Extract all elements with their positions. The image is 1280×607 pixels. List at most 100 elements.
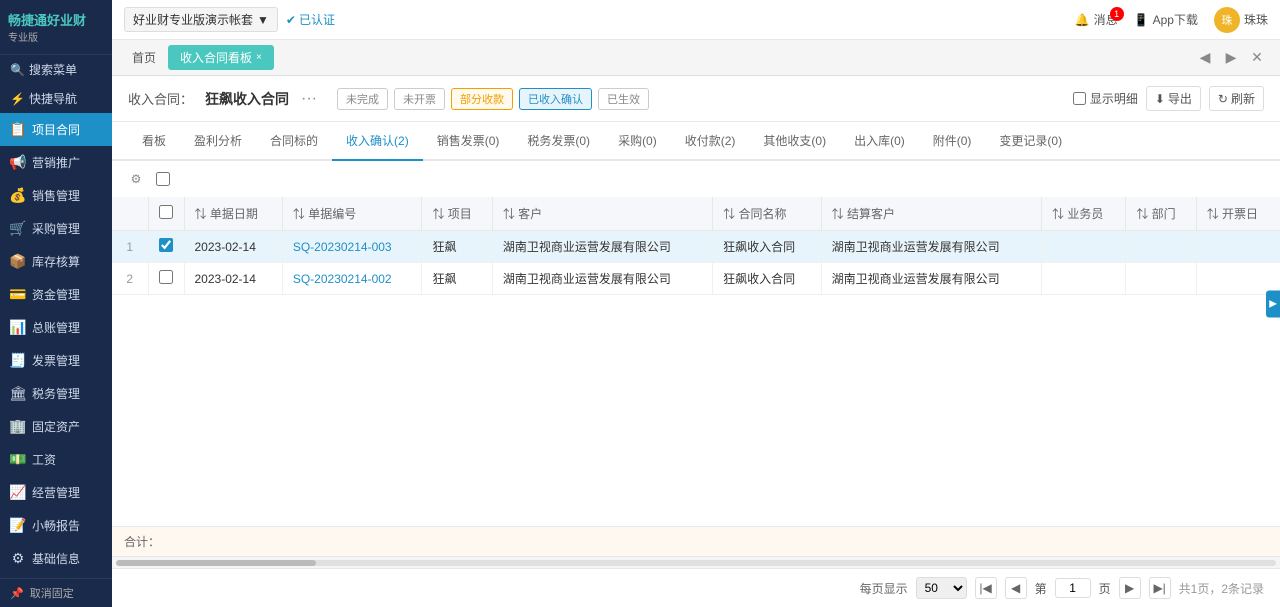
sidebar-search[interactable]: 🔍 搜索菜单 [0, 55, 112, 84]
scrollbar-track[interactable] [116, 560, 1276, 566]
select-all-checkbox[interactable] [156, 172, 170, 186]
contract-header: 收入合同： 狂飙收入合同 ··· 未完成 未开票 部分收款 已收入确认 已生效 … [112, 76, 1280, 122]
export-label: 导出 [1168, 90, 1192, 107]
col-date[interactable]: ⇅ 单据日期 [184, 197, 282, 231]
search-icon: 🔍 [10, 63, 25, 77]
col-num [112, 197, 148, 231]
subtab-subject[interactable]: 合同标的 [256, 122, 332, 161]
last-page-button[interactable]: ▶| [1149, 577, 1171, 599]
pagination: 每页显示 20 50 100 |◀ ◀ 第 页 ▶ ▶| 共1页，2条记录 [112, 568, 1280, 607]
sidebar-item-payroll[interactable]: 💵 工资 [0, 443, 112, 476]
sidebar-item-ledger[interactable]: 📊 总账管理 [0, 311, 112, 344]
col-bill-no[interactable]: ⇅ 单据编号 [282, 197, 422, 231]
subtab-changes[interactable]: 变更记录(0) [985, 122, 1076, 161]
unpin-label: 取消固定 [30, 585, 74, 601]
tab-close-all[interactable]: ✕ [1246, 47, 1268, 69]
right-edge-action[interactable]: ▶ [1266, 290, 1280, 317]
tab-nav-prev[interactable]: ◀ [1194, 47, 1216, 69]
subtab-sales-invoice[interactable]: 销售发票(0) [423, 122, 514, 161]
bill-no-link[interactable]: SQ-20230214-002 [293, 272, 392, 286]
subtab-attachment[interactable]: 附件(0) [919, 122, 986, 161]
notification-button[interactable]: 🔔 1 消息 [1075, 11, 1118, 28]
subtab-payment[interactable]: 收付款(2) [671, 122, 750, 161]
horizontal-scrollbar[interactable] [112, 556, 1280, 568]
status-partial-btn[interactable]: 部分收款 [451, 88, 513, 110]
row-bill-no[interactable]: SQ-20230214-002 [282, 263, 422, 295]
show-detail-checkbox[interactable]: 显示明细 [1073, 90, 1138, 107]
row-department [1126, 263, 1196, 295]
nav-icon: ⚡ [10, 92, 25, 106]
status-confirmed-btn[interactable]: 已收入确认 [519, 88, 592, 110]
sidebar-item-tax[interactable]: 🏛 税务管理 [0, 377, 112, 410]
first-page-button[interactable]: |◀ [975, 577, 997, 599]
company-name: 好业财专业版演示帐套 [133, 11, 253, 28]
sidebar-item-sales[interactable]: 💰 销售管理 [0, 179, 112, 212]
col-department[interactable]: ⇅ 部门 [1126, 197, 1196, 231]
prev-page-button[interactable]: ◀ [1005, 577, 1027, 599]
col-invoice-date[interactable]: ⇅ 开票日 [1196, 197, 1280, 231]
col-settlement-customer[interactable]: ⇅ 结算客户 [821, 197, 1041, 231]
sort-icon: ⇅ [432, 207, 444, 221]
table-settings-icon[interactable]: ⚙ [124, 167, 148, 191]
sidebar-item-finance[interactable]: 💳 资金管理 [0, 278, 112, 311]
sidebar-item-report[interactable]: 📝 小畅报告 [0, 509, 112, 542]
page-label-post: 页 [1099, 580, 1111, 597]
more-actions-button[interactable]: ··· [301, 90, 317, 108]
header-checkbox[interactable] [159, 205, 173, 219]
show-detail-label: 显示明细 [1090, 90, 1138, 107]
tab-close-button[interactable]: × [256, 52, 262, 63]
sidebar-item-invoice[interactable]: 🧾 发票管理 [0, 344, 112, 377]
table-body: 1 2023-02-14 SQ-20230214-003 狂飙 湖南卫视商业运营… [112, 231, 1280, 295]
export-button[interactable]: ⬇ 导出 [1146, 86, 1201, 111]
status-incomplete-btn[interactable]: 未完成 [337, 88, 388, 110]
tab-contract-board[interactable]: 收入合同看板 × [168, 45, 274, 70]
subtab-purchase[interactable]: 采购(0) [604, 122, 671, 161]
scrollbar-thumb[interactable] [116, 560, 316, 566]
next-page-button[interactable]: ▶ [1119, 577, 1141, 599]
row-checkbox[interactable] [159, 270, 173, 284]
sidebar-unpin[interactable]: 📌 取消固定 [0, 578, 112, 607]
sidebar-quick-nav[interactable]: ⚡ 快捷导航 [0, 84, 112, 113]
col-contract-name[interactable]: ⇅ 合同名称 [713, 197, 821, 231]
status-effective-btn[interactable]: 已生效 [598, 88, 649, 110]
user-menu[interactable]: 珠 珠珠 [1214, 7, 1268, 33]
sidebar-item-base-info[interactable]: ⚙ 基础信息 [0, 542, 112, 575]
sidebar-item-label: 销售管理 [32, 187, 80, 204]
purchase-icon: 🛒 [10, 221, 26, 237]
bill-no-link[interactable]: SQ-20230214-003 [293, 240, 392, 254]
table-row[interactable]: 1 2023-02-14 SQ-20230214-003 狂飙 湖南卫视商业运营… [112, 231, 1280, 263]
subtab-profit[interactable]: 盈利分析 [180, 122, 256, 161]
subtab-tax-invoice[interactable]: 税务发票(0) [513, 122, 604, 161]
tab-home[interactable]: 首页 [124, 45, 164, 70]
tab-nav-next[interactable]: ▶ [1220, 47, 1242, 69]
refresh-button[interactable]: ↻ 刷新 [1209, 86, 1264, 111]
subtab-other[interactable]: 其他收支(0) [749, 122, 840, 161]
sidebar-item-project[interactable]: 📋 项目合同 [0, 113, 112, 146]
sidebar-item-inventory[interactable]: 📦 库存核算 [0, 245, 112, 278]
status-uninvoiced-btn[interactable]: 未开票 [394, 88, 445, 110]
subtab-inout[interactable]: 出入库(0) [840, 122, 919, 161]
total-pages-info: 共1页，2条记录 [1179, 580, 1264, 597]
sidebar-item-fixed-assets[interactable]: 🏢 固定资产 [0, 410, 112, 443]
col-salesman[interactable]: ⇅ 业务员 [1041, 197, 1125, 231]
row-invoice-date [1196, 231, 1280, 263]
row-checkbox[interactable] [159, 238, 173, 252]
current-page-input[interactable] [1055, 578, 1091, 598]
subtab-revenue-confirm[interactable]: 收入确认(2) [332, 122, 423, 161]
app-download-button[interactable]: 📱 App下载 [1134, 11, 1198, 28]
row-bill-no[interactable]: SQ-20230214-003 [282, 231, 422, 263]
col-customer[interactable]: ⇅ 客户 [492, 197, 712, 231]
sidebar-item-management[interactable]: 📈 经营管理 [0, 476, 112, 509]
per-page-select[interactable]: 20 50 100 [916, 577, 967, 599]
company-selector[interactable]: 好业财专业版演示帐套 ▼ [124, 7, 278, 32]
col-project[interactable]: ⇅ 项目 [422, 197, 492, 231]
row-checkbox-cell[interactable] [148, 231, 184, 263]
sidebar-item-purchase[interactable]: 🛒 采购管理 [0, 212, 112, 245]
header-actions: 显示明细 ⬇ 导出 ↻ 刷新 [1073, 86, 1264, 111]
subtab-kanban[interactable]: 看板 [128, 122, 180, 161]
sidebar-item-marketing[interactable]: 📢 营销推广 [0, 146, 112, 179]
detail-checkbox-input[interactable] [1073, 92, 1086, 105]
table-row[interactable]: 2 2023-02-14 SQ-20230214-002 狂飙 湖南卫视商业运营… [112, 263, 1280, 295]
row-salesman [1041, 263, 1125, 295]
row-checkbox-cell[interactable] [148, 263, 184, 295]
